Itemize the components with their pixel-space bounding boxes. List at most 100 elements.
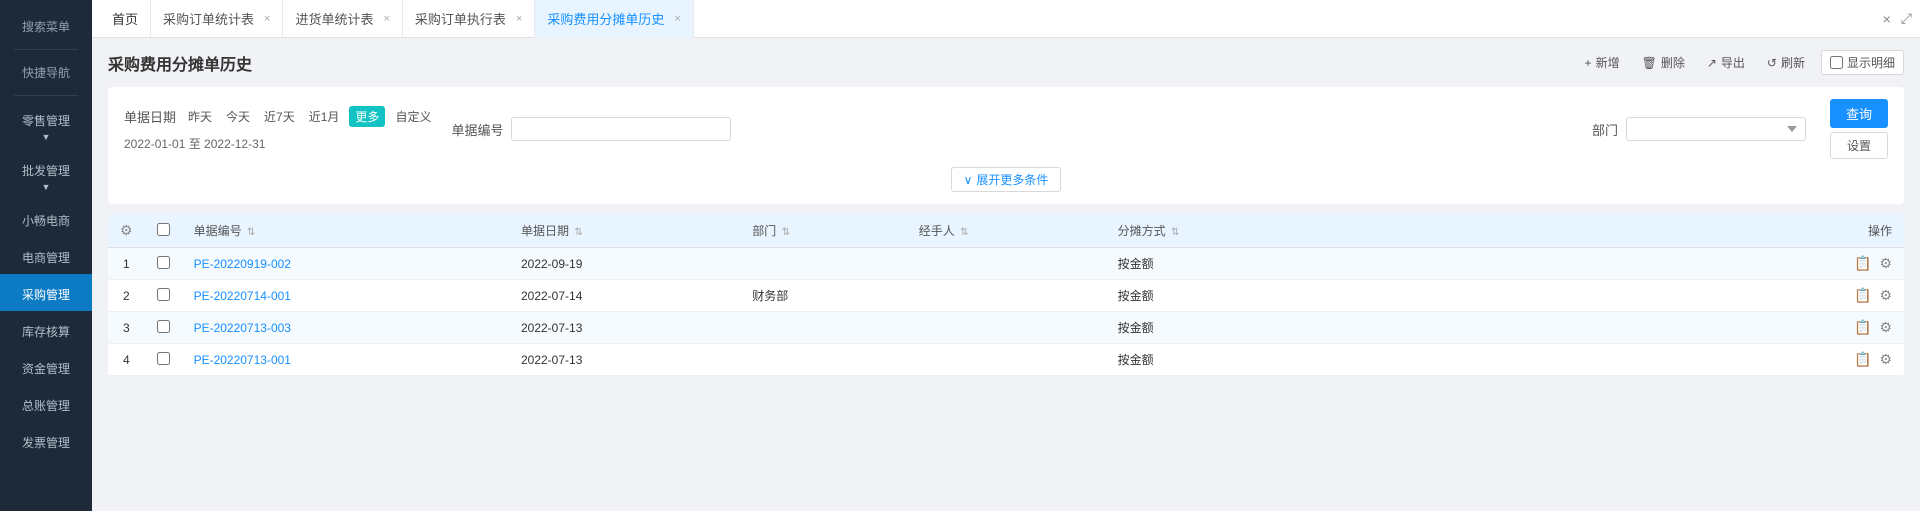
- edit-icon-0[interactable]: 📋: [1854, 255, 1871, 272]
- chevron-down-icon: ▼: [42, 132, 51, 142]
- query-button[interactable]: 查询: [1830, 99, 1888, 128]
- page-header: 采购费用分摊单历史 + 新增 🗑 删除 ↗ 导出 ↺ 刷新: [108, 50, 1904, 75]
- more-icon-1[interactable]: ⚙: [1879, 287, 1892, 304]
- select-all-checkbox[interactable]: [157, 223, 170, 236]
- tab-purchase-order-stats[interactable]: 采购订单统计表 ×: [151, 0, 283, 38]
- tab-purchase-cost-history[interactable]: 采购费用分摊单历史 ×: [535, 0, 693, 38]
- content-area: 采购费用分摊单历史 + 新增 🗑 删除 ↗ 导出 ↺ 刷新: [92, 38, 1920, 511]
- sort-icon-split-method[interactable]: ⇅: [1171, 227, 1179, 238]
- date-btn-custom[interactable]: 自定义: [391, 106, 435, 127]
- doc-no-link-3[interactable]: PE-20220713-001: [194, 353, 291, 367]
- row-select-checkbox-0[interactable]: [157, 256, 170, 269]
- data-table: ⚙ 单据编号 ⇅ 单据日期 ⇅: [108, 214, 1904, 376]
- sidebar-item-wholesale-label: 批发管理: [22, 162, 70, 179]
- row-handler-2: [907, 312, 1106, 344]
- doc-no-link-1[interactable]: PE-20220714-001: [194, 289, 291, 303]
- doc-no-input[interactable]: [511, 117, 731, 141]
- sidebar-item-invoice[interactable]: 发票管理: [0, 422, 92, 459]
- date-btn-1month[interactable]: 近1月: [305, 106, 344, 127]
- table-row: 3 PE-20220713-003 2022-07-13 按金额 📋 ⚙: [108, 312, 1904, 344]
- sidebar-item-ecommerce[interactable]: 电商管理: [0, 237, 92, 274]
- sort-icon-doc-date[interactable]: ⇅: [574, 227, 582, 238]
- export-button[interactable]: ↗ 导出: [1701, 51, 1751, 74]
- th-dept-label: 部门: [752, 224, 776, 238]
- restore-window-icon[interactable]: ⤢: [1901, 10, 1912, 27]
- row-num-2: 3: [108, 312, 145, 344]
- sidebar-item-wholesale[interactable]: 批发管理 ▼: [0, 150, 92, 200]
- close-icon-tab3[interactable]: ×: [516, 13, 522, 25]
- row-dept-3: [740, 344, 907, 376]
- sidebar-item-ledger[interactable]: 总账管理: [0, 385, 92, 422]
- sidebar-item-finance-label: 资金管理: [22, 360, 70, 377]
- tab-purchase-order-exec[interactable]: 采购订单执行表 ×: [403, 0, 535, 38]
- row-select-checkbox-3[interactable]: [157, 352, 170, 365]
- tab-purchase-goods-stats[interactable]: 进货单统计表 ×: [283, 0, 402, 38]
- settings-button[interactable]: 设置: [1830, 132, 1888, 159]
- show-col-label: 显示明细: [1847, 54, 1895, 71]
- close-icon-tab1[interactable]: ×: [264, 13, 270, 25]
- dept-select[interactable]: [1626, 117, 1806, 141]
- row-select-checkbox-1[interactable]: [157, 288, 170, 301]
- sidebar-item-search[interactable]: 搜索菜单: [0, 8, 92, 45]
- close-icon-tab2[interactable]: ×: [383, 13, 389, 25]
- close-icon-tab4[interactable]: ×: [674, 13, 680, 25]
- row-handler-3: [907, 344, 1106, 376]
- date-btn-yesterday[interactable]: 昨天: [184, 106, 216, 127]
- row-actions-1: 📋 ⚙: [1824, 280, 1904, 312]
- th-handler-label: 经手人: [919, 224, 955, 238]
- export-label: 导出: [1721, 54, 1745, 71]
- table-row: 2 PE-20220714-001 2022-07-14 财务部 按金额 📋 ⚙: [108, 280, 1904, 312]
- more-icon-3[interactable]: ⚙: [1879, 351, 1892, 368]
- doc-no-label: 单据编号: [451, 120, 503, 139]
- dept-label: 部门: [1592, 120, 1618, 139]
- date-btn-more[interactable]: 更多: [349, 106, 385, 127]
- refresh-button[interactable]: ↺ 刷新: [1761, 51, 1811, 74]
- delete-button[interactable]: 🗑 删除: [1636, 51, 1691, 74]
- more-icon-2[interactable]: ⚙: [1879, 319, 1892, 336]
- th-actions-label: 操作: [1868, 224, 1892, 238]
- sidebar-item-inventory[interactable]: 库存核算: [0, 311, 92, 348]
- tab-purchase-goods-stats-label: 进货单统计表: [295, 9, 373, 28]
- doc-no-link-2[interactable]: PE-20220713-003: [194, 321, 291, 335]
- row-select-checkbox-2[interactable]: [157, 320, 170, 333]
- refresh-label: 刷新: [1781, 54, 1805, 71]
- row-doc-date-0: 2022-09-19: [509, 248, 740, 280]
- sidebar-item-purchase[interactable]: 采购管理: [0, 274, 92, 311]
- table-body: 1 PE-20220919-002 2022-09-19 按金额 📋 ⚙ 2 P…: [108, 248, 1904, 376]
- sort-icon-doc-no[interactable]: ⇅: [247, 227, 255, 238]
- edit-icon-2[interactable]: 📋: [1854, 319, 1871, 336]
- date-btn-7days[interactable]: 近7天: [260, 106, 299, 127]
- table-container: ⚙ 单据编号 ⇅ 单据日期 ⇅: [108, 214, 1904, 376]
- table-row: 4 PE-20220713-001 2022-07-13 按金额 📋 ⚙: [108, 344, 1904, 376]
- add-button[interactable]: + 新增: [1579, 51, 1626, 74]
- sidebar-item-miniapp[interactable]: 小畅电商: [0, 200, 92, 237]
- sidebar-item-retail[interactable]: 零售管理 ▼: [0, 100, 92, 150]
- plus-icon: +: [1585, 56, 1592, 70]
- row-checkbox-1: [145, 280, 182, 312]
- th-doc-no-label: 单据编号: [194, 224, 242, 238]
- row-num-3: 4: [108, 344, 145, 376]
- tab-home[interactable]: 首页: [100, 0, 151, 38]
- sidebar-item-retail-label: 零售管理: [22, 112, 70, 129]
- show-col-button[interactable]: 显示明细: [1821, 50, 1904, 75]
- sort-icon-dept[interactable]: ⇅: [782, 227, 790, 238]
- tab-purchase-order-exec-label: 采购订单执行表: [415, 9, 506, 28]
- doc-no-link-0[interactable]: PE-20220919-002: [194, 257, 291, 271]
- row-checkbox-2: [145, 312, 182, 344]
- sidebar-item-invoice-label: 发票管理: [22, 434, 70, 451]
- row-actions-3: 📋 ⚙: [1824, 344, 1904, 376]
- refresh-icon: ↺: [1767, 56, 1777, 70]
- sidebar-item-finance[interactable]: 资金管理: [0, 348, 92, 385]
- sort-icon-handler[interactable]: ⇅: [960, 227, 968, 238]
- more-icon-0[interactable]: ⚙: [1879, 255, 1892, 272]
- th-settings[interactable]: ⚙: [108, 214, 145, 248]
- edit-icon-1[interactable]: 📋: [1854, 287, 1871, 304]
- edit-icon-3[interactable]: 📋: [1854, 351, 1871, 368]
- column-settings-icon[interactable]: ⚙: [120, 222, 133, 238]
- row-split-method-2: 按金额: [1106, 312, 1824, 344]
- sidebar-item-quicknav[interactable]: 快捷导航: [0, 54, 92, 91]
- close-window-icon[interactable]: ×: [1883, 11, 1891, 27]
- date-btn-today[interactable]: 今天: [222, 106, 254, 127]
- show-col-checkbox[interactable]: [1830, 56, 1843, 69]
- expand-conditions-button[interactable]: ∨ 展开更多条件: [951, 167, 1062, 192]
